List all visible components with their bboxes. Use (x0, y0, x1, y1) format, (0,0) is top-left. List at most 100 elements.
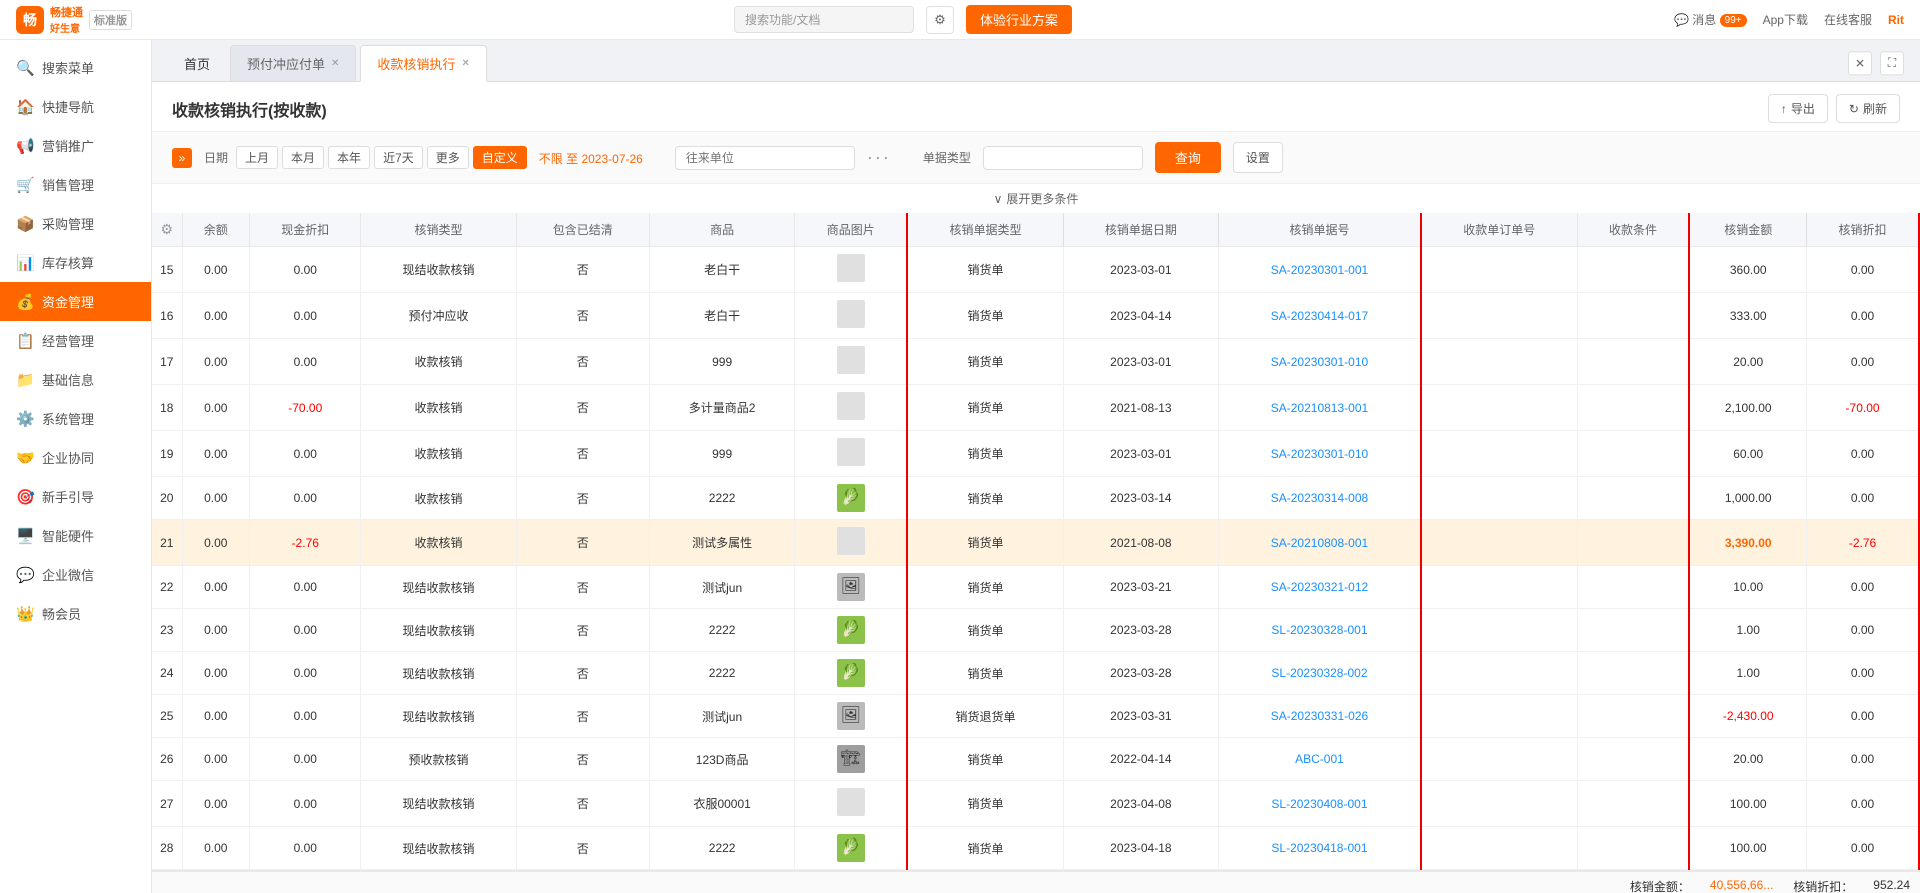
sidebar-item-inventory[interactable]: 📊 库存核算 (0, 243, 151, 282)
cell-cancel-discount: 0.00 (1807, 431, 1919, 477)
tab-receipt-exec[interactable]: 收款核销执行 ✕ (360, 45, 486, 82)
table-wrapper[interactable]: ⚙ 余额 现金折扣 核销类型 包含已结清 商品 商品图片 核销单据类型 核销单据… (152, 213, 1920, 893)
message-area[interactable]: 💬 消息 99+ (1674, 11, 1747, 28)
sidebar-item-hardware[interactable]: 🖥️ 智能硬件 (0, 516, 151, 555)
settings-gear-icon[interactable]: ⚙ (926, 6, 954, 34)
export-btn[interactable]: ↑ 导出 (1768, 94, 1828, 123)
cell-cancel-amount: 20.00 (1689, 738, 1806, 781)
cancel-doc-link[interactable]: SL-20230328-001 (1271, 623, 1367, 637)
tab-prepay-close[interactable]: ✕ (331, 58, 339, 69)
sidebar-label-finance: 资金管理 (42, 292, 94, 311)
cell-cancel-doc-no[interactable]: SA-20230321-012 (1218, 566, 1420, 609)
sidebar-item-sales[interactable]: 🛒 销售管理 (0, 165, 151, 204)
doc-type-select[interactable] (983, 146, 1143, 170)
cancel-doc-link[interactable]: SA-20230301-001 (1271, 263, 1368, 277)
cell-cancel-doc-no[interactable]: SA-20230314-008 (1218, 477, 1420, 520)
cancel-doc-link[interactable]: ABC-001 (1295, 752, 1344, 766)
cell-cancel-doc-no[interactable]: SL-20230418-001 (1218, 827, 1420, 870)
cell-cancel-doc-no[interactable]: SL-20230328-002 (1218, 652, 1420, 695)
date-btn-more[interactable]: 更多 (427, 146, 469, 169)
cancel-doc-link[interactable]: SA-20230314-008 (1271, 491, 1368, 505)
sidebar-item-guide[interactable]: 🎯 新手引导 (0, 477, 151, 516)
cell-cancel-doc-no[interactable]: SA-20230301-010 (1218, 431, 1420, 477)
sidebar-item-basicinfo[interactable]: 📁 基础信息 (0, 360, 151, 399)
cancel-doc-link[interactable]: SL-20230418-001 (1271, 841, 1367, 855)
tab-prepay[interactable]: 预付冲应付单 ✕ (230, 45, 356, 81)
cell-receipt-condition (1577, 827, 1689, 870)
cell-cancel-doc-no[interactable]: SA-20210813-001 (1218, 385, 1420, 431)
app-download[interactable]: App下载 (1763, 11, 1808, 28)
tab-close-btn[interactable]: ✕ (1848, 51, 1872, 75)
cell-cancel-doc-no[interactable]: SA-20230301-001 (1218, 247, 1420, 293)
date-btn-7days[interactable]: 近7天 (374, 146, 423, 169)
cell-cancel-doc-date: 2021-08-08 (1063, 520, 1218, 566)
partner-input[interactable] (675, 146, 855, 170)
cell-type: 预收款核销 (361, 738, 516, 781)
industry-btn[interactable]: 体验行业方案 (966, 5, 1072, 34)
sidebar-item-purchase[interactable]: 📦 采购管理 (0, 204, 151, 243)
sidebar-label-inventory: 库存核算 (42, 253, 94, 272)
user-name[interactable]: Rit (1888, 13, 1904, 27)
cancel-doc-link[interactable]: SA-20230414-017 (1271, 309, 1368, 323)
date-btn-custom[interactable]: 自定义 (473, 146, 527, 169)
sidebar-item-operation[interactable]: 📋 经营管理 (0, 321, 151, 360)
col-header-settings[interactable]: ⚙ (152, 213, 182, 247)
tab-home[interactable]: 首页 (168, 46, 226, 81)
cancel-doc-link[interactable]: SA-20230301-010 (1271, 355, 1368, 369)
sidebar-item-finance[interactable]: 💰 资金管理 (0, 282, 151, 321)
date-btn-last-month[interactable]: 上月 (236, 146, 278, 169)
cancel-doc-link[interactable]: SL-20230328-002 (1271, 666, 1367, 680)
sidebar-item-collab[interactable]: 🤝 企业协同 (0, 438, 151, 477)
cell-cancel-doc-type: 销货单 (907, 566, 1063, 609)
cell-cancel-doc-no[interactable]: SA-20230301-010 (1218, 339, 1420, 385)
col-header-type: 核销类型 (361, 213, 516, 247)
cell-cancel-doc-no[interactable]: SL-20230408-001 (1218, 781, 1420, 827)
online-service[interactable]: 在线客服 (1824, 11, 1872, 28)
sidebar-item-member[interactable]: 👑 畅会员 (0, 594, 151, 633)
cancel-doc-link[interactable]: SL-20230408-001 (1271, 797, 1367, 811)
sidebar-item-search[interactable]: 🔍 搜索菜单 (0, 48, 151, 87)
table-row: 20 0.00 0.00 收款核销 否 2222 🥬 销货单 2023-03-1… (152, 477, 1919, 520)
cell-cancel-doc-date: 2023-03-14 (1063, 477, 1218, 520)
column-settings-icon[interactable]: ⚙ (160, 221, 173, 237)
sidebar-item-nav[interactable]: 🏠 快捷导航 (0, 87, 151, 126)
query-btn[interactable]: 查询 (1155, 142, 1221, 173)
cell-cancel-doc-type: 销货单 (907, 827, 1063, 870)
main-layout: 🔍 搜索菜单 🏠 快捷导航 📢 营销推广 🛒 销售管理 📦 采购管理 📊 库存核… (0, 40, 1920, 893)
cell-cancel-doc-type: 销货单 (907, 431, 1063, 477)
cancel-doc-link[interactable]: SA-20230321-012 (1271, 580, 1368, 594)
cancel-doc-link[interactable]: SA-20210808-001 (1271, 536, 1368, 550)
expand-more-btn[interactable]: ∨ 展开更多条件 (994, 190, 1079, 207)
cell-cancel-doc-no[interactable]: SA-20230414-017 (1218, 293, 1420, 339)
date-btn-this-year[interactable]: 本年 (328, 146, 370, 169)
cell-cancel-doc-no[interactable]: ABC-001 (1218, 738, 1420, 781)
date-range-display: 不限 至 2023-07-26 (539, 148, 643, 167)
table-row: 17 0.00 0.00 收款核销 否 999 销货单 2023-03-01 S… (152, 339, 1919, 385)
sidebar-item-marketing[interactable]: 📢 营销推广 (0, 126, 151, 165)
cancel-doc-link[interactable]: SA-20230301-010 (1271, 447, 1368, 461)
cell-type: 现结收款核销 (361, 247, 516, 293)
cell-cancel-doc-no[interactable]: SL-20230328-001 (1218, 609, 1420, 652)
refresh-btn[interactable]: ↻ 刷新 (1836, 94, 1900, 123)
cell-cash-discount: 0.00 (250, 431, 361, 477)
cancel-doc-link[interactable]: SA-20230331-026 (1271, 709, 1368, 723)
cell-cancel-amount: 20.00 (1689, 339, 1806, 385)
filter-expand-btn[interactable]: » (172, 148, 192, 168)
cell-settings: 15 (152, 247, 182, 293)
cell-settings: 28 (152, 827, 182, 870)
setting-btn[interactable]: 设置 (1233, 142, 1283, 173)
sidebar-item-wechat[interactable]: 💬 企业微信 (0, 555, 151, 594)
cancel-doc-link[interactable]: SA-20210813-001 (1271, 401, 1368, 415)
sidebar-label-sales: 销售管理 (42, 175, 94, 194)
cell-goods-img: 🥬 (795, 609, 907, 652)
search-input-display[interactable]: 搜索功能/文档 (734, 6, 914, 33)
tab-receipt-exec-close[interactable]: ✕ (461, 58, 469, 69)
tab-expand-btn[interactable]: ⛶ (1880, 51, 1904, 75)
cell-cancel-doc-no[interactable]: SA-20230331-026 (1218, 695, 1420, 738)
cell-settings: 21 (152, 520, 182, 566)
sidebar-item-sysadmin[interactable]: ⚙️ 系统管理 (0, 399, 151, 438)
date-btn-this-month[interactable]: 本月 (282, 146, 324, 169)
cell-cancel-doc-no[interactable]: SA-20210808-001 (1218, 520, 1420, 566)
cell-included: 否 (516, 609, 649, 652)
cell-settings: 24 (152, 652, 182, 695)
